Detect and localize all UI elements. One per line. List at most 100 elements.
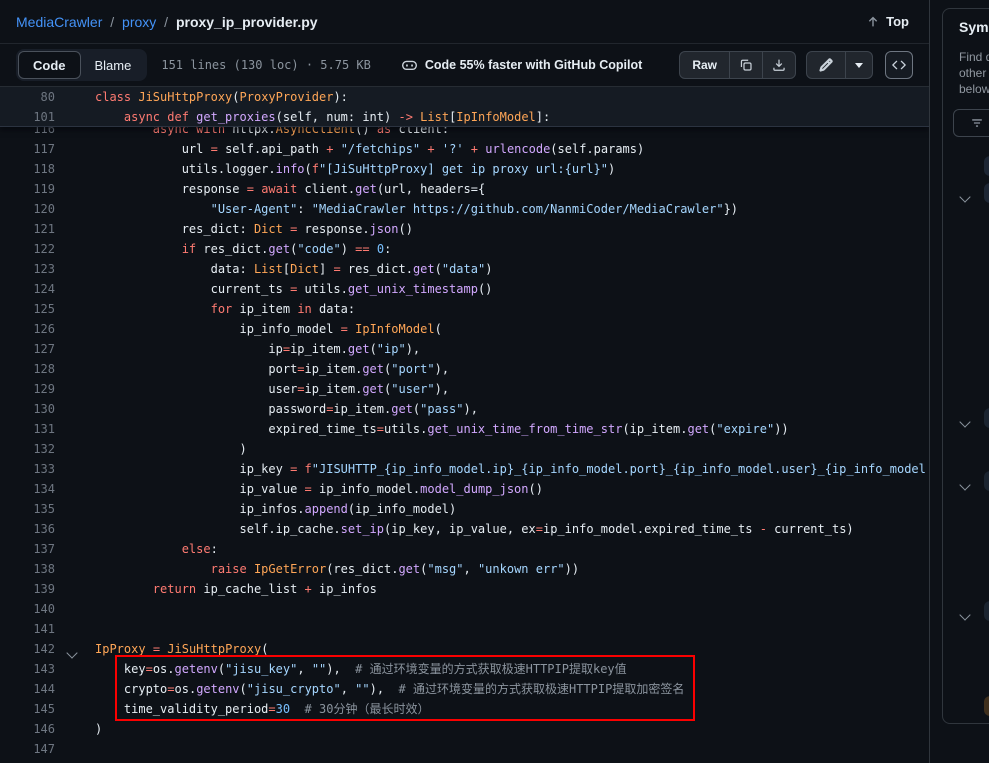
line-number[interactable]: 136	[0, 519, 55, 539]
symbol-chip[interactable]	[984, 156, 989, 176]
code-line-138: 138 raise IpGetError(res_dict.get("msg",…	[0, 559, 929, 579]
code-text: res_dict: Dict = response.json()	[95, 219, 413, 239]
code-text: url = self.api_path + "/fetchips" + '?' …	[95, 139, 644, 159]
breadcrumb-folder-link[interactable]: proxy	[122, 14, 156, 30]
file-content-column: MediaCrawler / proxy / proxy_ip_provider…	[0, 0, 930, 763]
line-number[interactable]: 119	[0, 179, 55, 199]
code-text: ip_key = f"JISUHTTP_{ip_info_model.ip}_{…	[95, 459, 926, 479]
breadcrumb-bar: MediaCrawler / proxy / proxy_ip_provider…	[0, 0, 929, 44]
download-button[interactable]	[762, 52, 795, 78]
code-text: key=os.getenv("jisu_key", ""), # 通过环境变量的…	[95, 659, 627, 679]
code-line-142: 142IpProxy = JiSuHttpProxy(	[0, 639, 929, 659]
symbol-chip[interactable]	[984, 601, 989, 621]
code-text: user=ip_item.get("user"),	[95, 379, 449, 399]
line-number[interactable]: 101	[0, 107, 55, 127]
code-text: response = await client.get(url, headers…	[95, 179, 485, 199]
line-number[interactable]: 124	[0, 279, 55, 299]
code-text: class JiSuHttpProxy(ProxyProvider):	[95, 87, 348, 107]
code-text: raise IpGetError(res_dict.get("msg", "un…	[95, 559, 579, 579]
symbol-chip[interactable]	[984, 183, 989, 203]
line-number[interactable]: 125	[0, 299, 55, 319]
code-line-136: 136 self.ip_cache.set_ip(ip_key, ip_valu…	[0, 519, 929, 539]
breadcrumb-separator: /	[106, 14, 118, 30]
code-text: for ip_item in data:	[95, 299, 355, 319]
breadcrumb-repo-link[interactable]: MediaCrawler	[16, 14, 102, 30]
symbol-expand-icon[interactable]	[961, 188, 969, 206]
line-number[interactable]: 120	[0, 199, 55, 219]
line-number[interactable]: 132	[0, 439, 55, 459]
line-number[interactable]: 143	[0, 659, 55, 679]
line-number[interactable]: 126	[0, 319, 55, 339]
tab-blame[interactable]: Blame	[81, 51, 146, 79]
line-number[interactable]: 121	[0, 219, 55, 239]
line-number[interactable]: 147	[0, 739, 55, 759]
edit-button[interactable]	[807, 52, 845, 78]
line-number[interactable]: 138	[0, 559, 55, 579]
line-number[interactable]: 135	[0, 499, 55, 519]
code-line-131: 131 expired_time_ts=utils.get_unix_time_…	[0, 419, 929, 439]
line-number[interactable]: 130	[0, 399, 55, 419]
line-number[interactable]: 122	[0, 239, 55, 259]
breadcrumb: MediaCrawler / proxy / proxy_ip_provider…	[16, 14, 318, 30]
code-text: crypto=os.getenv("jisu_crypto", ""), # 通…	[95, 679, 684, 699]
code-text: )	[95, 439, 247, 459]
code-line-129: 129 user=ip_item.get("user"),	[0, 379, 929, 399]
line-number[interactable]: 80	[0, 87, 55, 107]
edit-dropdown-button[interactable]	[845, 52, 872, 78]
code-line-128: 128 port=ip_item.get("port"),	[0, 359, 929, 379]
line-number[interactable]: 145	[0, 699, 55, 719]
code-symbols-icon	[892, 58, 906, 72]
code-line-134: 134 ip_value = ip_info_model.model_dump_…	[0, 479, 929, 499]
code-line-119: 119 response = await client.get(url, hea…	[0, 179, 929, 199]
code-line-141: 141	[0, 619, 929, 639]
code-line-125: 125 for ip_item in data:	[0, 299, 929, 319]
code-text: self.ip_cache.set_ip(ip_key, ip_value, e…	[95, 519, 854, 539]
line-number[interactable]: 129	[0, 379, 55, 399]
tab-code[interactable]: Code	[18, 51, 81, 79]
line-number[interactable]: 139	[0, 579, 55, 599]
symbols-panel-toggle[interactable]	[885, 51, 913, 79]
line-number[interactable]: 131	[0, 419, 55, 439]
code-line-117: 117 url = self.api_path + "/fetchips" + …	[0, 139, 929, 159]
code-line-80: 80 class JiSuHttpProxy(ProxyProvider):	[0, 87, 929, 107]
copilot-banner[interactable]: Code 55% faster with GitHub Copilot	[401, 57, 642, 74]
copy-button[interactable]	[729, 52, 762, 78]
line-number[interactable]: 128	[0, 359, 55, 379]
pencil-icon	[819, 58, 833, 72]
line-number[interactable]: 140	[0, 599, 55, 619]
code-line-140: 140	[0, 599, 929, 619]
line-number[interactable]: 134	[0, 479, 55, 499]
code-line-147: 147	[0, 739, 929, 759]
symbol-chip[interactable]	[984, 408, 989, 428]
code-line-146: 146)	[0, 719, 929, 739]
line-number[interactable]: 127	[0, 339, 55, 359]
symbol-chip[interactable]	[984, 471, 989, 491]
code-line-135: 135 ip_infos.append(ip_info_model)	[0, 499, 929, 519]
line-number[interactable]: 117	[0, 139, 55, 159]
code-text: ip_value = ip_info_model.model_dump_json…	[95, 479, 543, 499]
symbol-expand-icon[interactable]	[961, 476, 969, 494]
code-line-118: 118 utils.logger.info(f"[JiSuHttpProxy] …	[0, 159, 929, 179]
copilot-banner-text: Code 55% faster with GitHub Copilot	[425, 58, 642, 72]
line-number[interactable]: 144	[0, 679, 55, 699]
symbol-expand-icon[interactable]	[961, 606, 969, 624]
line-number[interactable]: 146	[0, 719, 55, 739]
filter-icon	[954, 116, 984, 130]
line-number[interactable]: 142	[0, 639, 55, 659]
back-to-top-button[interactable]: Top	[866, 14, 909, 29]
line-number[interactable]: 118	[0, 159, 55, 179]
line-number[interactable]: 141	[0, 619, 55, 639]
sticky-context-lines: 80 class JiSuHttpProxy(ProxyProvider): 101…	[0, 87, 929, 127]
raw-button[interactable]: Raw	[680, 52, 729, 78]
symbol-expand-icon[interactable]	[961, 413, 969, 431]
breadcrumb-separator: /	[160, 14, 172, 30]
line-number[interactable]: 123	[0, 259, 55, 279]
symbols-filter-input[interactable]	[953, 109, 989, 137]
line-number[interactable]: 137	[0, 539, 55, 559]
code-text: )	[95, 719, 102, 739]
code-line-121: 121 res_dict: Dict = response.json()	[0, 219, 929, 239]
back-to-top-label: Top	[886, 14, 909, 29]
code-text: else:	[95, 539, 218, 559]
symbol-chip[interactable]	[984, 696, 989, 716]
line-number[interactable]: 133	[0, 459, 55, 479]
